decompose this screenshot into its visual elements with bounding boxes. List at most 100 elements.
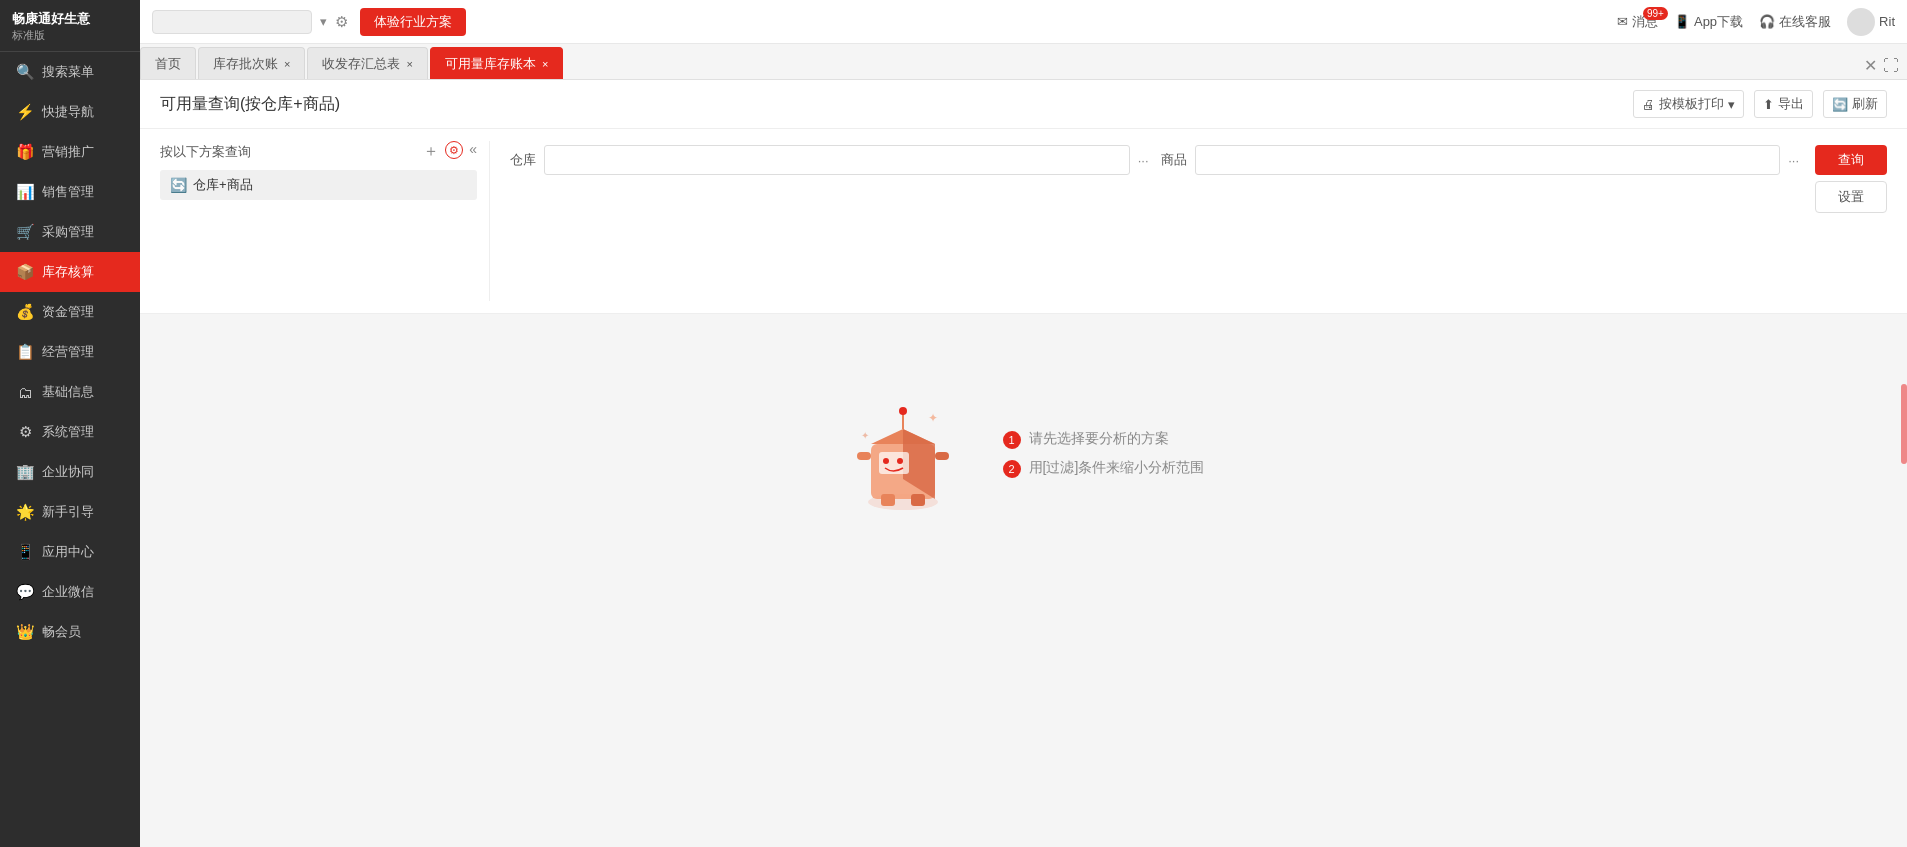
content-area: 可用量查询(按仓库+商品) 🖨 按模板打印 ▾ ⬆ 导出 🔄 刷新 xyxy=(140,80,1907,847)
sidebar-label-member: 畅会员 xyxy=(42,623,81,641)
sidebar-label-search: 搜索菜单 xyxy=(42,63,94,81)
tab-home-label: 首页 xyxy=(155,55,181,73)
sidebar-item-member[interactable]: 👑 畅会员 xyxy=(0,612,140,652)
app-logo: 畅康通好生意 标准版 xyxy=(0,0,140,52)
scheme-actions: ＋ ⚙ « xyxy=(423,141,477,162)
settings-scheme-icon[interactable]: ⚙ xyxy=(445,141,463,159)
svg-rect-8 xyxy=(911,494,925,506)
tab-stock-summary[interactable]: 收发存汇总表 × xyxy=(307,47,427,79)
avatar xyxy=(1847,8,1875,36)
export-icon: ⬆ xyxy=(1763,97,1774,112)
wechat-icon: 💬 xyxy=(16,583,34,601)
print-chevron-icon[interactable]: ▾ xyxy=(1728,97,1735,112)
sidebar: 畅康通好生意 标准版 🔍 搜索菜单 ⚡ 快捷导航 🎁 营销推广 📊 销售管理 🛒… xyxy=(0,0,140,847)
app-version: 标准版 xyxy=(12,28,128,43)
sidebar-item-basic[interactable]: 🗂 基础信息 xyxy=(0,372,140,412)
sidebar-label-marketing: 营销推广 xyxy=(42,143,94,161)
sidebar-item-system[interactable]: ⚙ 系统管理 xyxy=(0,412,140,452)
svg-rect-5 xyxy=(857,452,871,460)
query-button[interactable]: 查询 xyxy=(1815,145,1887,175)
message-icon: ✉ xyxy=(1617,14,1628,29)
sidebar-label-enterprise: 企业协同 xyxy=(42,463,94,481)
add-scheme-icon[interactable]: ＋ xyxy=(423,141,439,162)
sidebar-item-enterprise[interactable]: 🏢 企业协同 xyxy=(0,452,140,492)
purchase-icon: 🛒 xyxy=(16,223,34,241)
enterprise-icon: 🏢 xyxy=(16,463,34,481)
svg-point-3 xyxy=(883,458,889,464)
sidebar-item-shortcut[interactable]: ⚡ 快捷导航 xyxy=(0,92,140,132)
topbar: ▾ ⚙ 体验行业方案 ✉ 消息 99+ 📱 App下载 🎧 在线客服 Rit xyxy=(140,0,1907,44)
export-button[interactable]: ⬆ 导出 xyxy=(1754,90,1813,118)
scheme-label-text: 仓库+商品 xyxy=(193,176,253,194)
sidebar-item-newbie[interactable]: 🌟 新手引导 xyxy=(0,492,140,532)
refresh-icon: 🔄 xyxy=(1832,97,1848,112)
scheme-warehouse-product[interactable]: 🔄 仓库+商品 xyxy=(160,170,477,200)
search-input[interactable] xyxy=(152,10,312,34)
sidebar-label-shortcut: 快捷导航 xyxy=(42,103,94,121)
refresh-button[interactable]: 🔄 刷新 xyxy=(1823,90,1887,118)
svg-point-4 xyxy=(897,458,903,464)
sidebar-label-newbie: 新手引导 xyxy=(42,503,94,521)
sidebar-label-inventory: 库存核算 xyxy=(42,263,94,281)
app-download-button[interactable]: 📱 App下载 xyxy=(1674,13,1743,31)
page-title: 可用量查询(按仓库+商品) xyxy=(160,94,340,115)
operation-icon: 📋 xyxy=(16,343,34,361)
sidebar-item-search[interactable]: 🔍 搜索菜单 xyxy=(0,52,140,92)
tab-available-label: 可用量库存账本 xyxy=(445,55,536,73)
sidebar-item-sales[interactable]: 📊 销售管理 xyxy=(0,172,140,212)
sidebar-item-wechat[interactable]: 💬 企业微信 xyxy=(0,572,140,612)
sidebar-item-operation[interactable]: 📋 经营管理 xyxy=(0,332,140,372)
settings-button[interactable]: 设置 xyxy=(1815,181,1887,213)
template-print-button[interactable]: 🖨 按模板打印 ▾ xyxy=(1633,90,1744,118)
filter-fields-panel: 仓库 ··· 商品 ··· xyxy=(490,141,1799,301)
warehouse-more-button[interactable]: ··· xyxy=(1138,153,1149,168)
phone-icon: 📱 xyxy=(1674,14,1690,29)
system-icon: ⚙ xyxy=(16,423,34,441)
gear-icon[interactable]: ⚙ xyxy=(335,13,348,31)
scheme-icon: 🔄 xyxy=(170,177,187,193)
tab-available-close[interactable]: × xyxy=(542,58,548,70)
finance-icon: 💰 xyxy=(16,303,34,321)
tip-1-text: 请先选择要分析的方案 xyxy=(1029,430,1169,448)
warehouse-filter-field: 仓库 ··· xyxy=(510,145,1149,175)
tab-batch-close[interactable]: × xyxy=(284,58,290,70)
expand-icon[interactable]: ⛶ xyxy=(1883,57,1899,75)
product-input[interactable] xyxy=(1195,145,1781,175)
sidebar-item-inventory[interactable]: 📦 库存核算 xyxy=(0,252,140,292)
sidebar-item-appstore[interactable]: 📱 应用中心 xyxy=(0,532,140,572)
printer-icon: 🖨 xyxy=(1642,97,1655,112)
collapse-icon[interactable]: « xyxy=(469,141,477,162)
sidebar-item-marketing[interactable]: 🎁 营销推广 xyxy=(0,132,140,172)
shortcut-icon: ⚡ xyxy=(16,103,34,121)
customer-service-button[interactable]: 🎧 在线客服 xyxy=(1759,13,1831,31)
trial-button[interactable]: 体验行业方案 xyxy=(360,8,466,36)
close-tab-icon[interactable]: ✕ xyxy=(1864,56,1877,75)
sidebar-label-operation: 经营管理 xyxy=(42,343,94,361)
main-area: ▾ ⚙ 体验行业方案 ✉ 消息 99+ 📱 App下载 🎧 在线客服 Rit xyxy=(140,0,1907,847)
empty-illustration: ✦ ✦ xyxy=(843,394,963,514)
chevron-down-icon[interactable]: ▾ xyxy=(320,14,327,29)
tip-1: 1 请先选择要分析的方案 xyxy=(1003,430,1205,449)
scheme-label: 按以下方案查询 xyxy=(160,143,251,161)
sales-icon: 📊 xyxy=(16,183,34,201)
tab-actions-right: ✕ ⛶ xyxy=(1864,56,1907,79)
message-button[interactable]: ✉ 消息 99+ xyxy=(1617,13,1658,31)
tab-bar: 首页 库存批次账 × 收发存汇总表 × 可用量库存账本 × ✕ ⛶ xyxy=(140,44,1907,80)
tab-batch-account[interactable]: 库存批次账 × xyxy=(198,47,305,79)
product-more-button[interactable]: ··· xyxy=(1788,153,1799,168)
app-name: 畅康通好生意 xyxy=(12,10,128,28)
user-avatar-area[interactable]: Rit xyxy=(1847,8,1895,36)
sidebar-item-purchase[interactable]: 🛒 采购管理 xyxy=(0,212,140,252)
tab-stock-summary-close[interactable]: × xyxy=(406,58,412,70)
tip-2: 2 用[过滤]条件来缩小分析范围 xyxy=(1003,459,1205,478)
tab-available-inventory[interactable]: 可用量库存账本 × xyxy=(430,47,563,79)
tab-home[interactable]: 首页 xyxy=(140,47,196,79)
svg-point-10 xyxy=(899,407,907,415)
sidebar-label-appstore: 应用中心 xyxy=(42,543,94,561)
sidebar-item-finance[interactable]: 💰 资金管理 xyxy=(0,292,140,332)
customer-service-label: 在线客服 xyxy=(1779,13,1831,31)
headset-icon: 🎧 xyxy=(1759,14,1775,29)
message-badge: 99+ xyxy=(1643,7,1668,20)
warehouse-input[interactable] xyxy=(544,145,1130,175)
scroll-indicator[interactable] xyxy=(1901,384,1907,464)
